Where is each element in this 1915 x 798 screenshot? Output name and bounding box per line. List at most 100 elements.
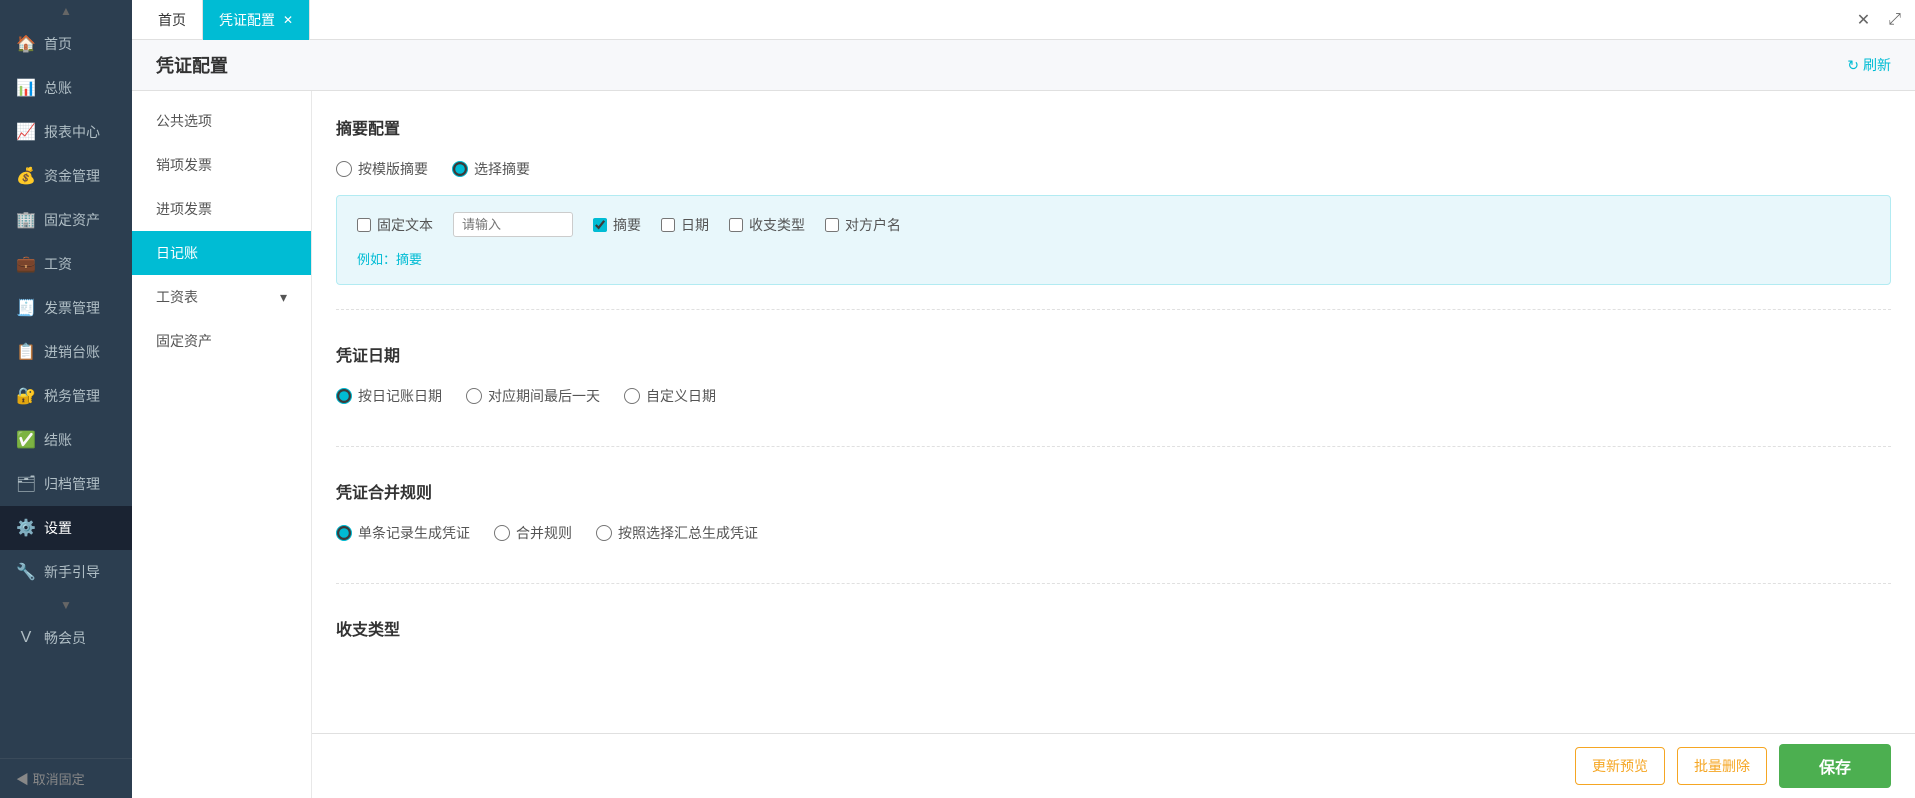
- sidebar-item-vip[interactable]: V 畅会员: [0, 616, 132, 660]
- sidebar-footer-unpin[interactable]: ◀ 取消固定: [0, 758, 132, 798]
- refresh-icon: ↻: [1847, 57, 1859, 74]
- radio-input-select-summary-merge[interactable]: [596, 525, 612, 541]
- income-expense-title: 收支类型: [336, 616, 1891, 640]
- tab-voucher-config[interactable]: 凭证配置 ✕: [203, 0, 310, 40]
- update-preview-button[interactable]: 更新预览: [1575, 747, 1665, 785]
- close-window-button[interactable]: ✕: [1853, 6, 1874, 34]
- sidebar-label-new-guide: 新手引导: [44, 562, 116, 582]
- sidebar-item-archive-management[interactable]: 🗂 归档管理: [0, 462, 132, 506]
- fund-management-icon: 💰: [16, 166, 36, 186]
- fixed-assets-icon: 🏢: [16, 210, 36, 230]
- radio-by-journal-date[interactable]: 按日记账日期: [336, 386, 442, 406]
- radio-label-custom-date: 自定义日期: [646, 386, 716, 406]
- archive-management-icon: 🗂: [16, 474, 36, 494]
- new-guide-icon: 🔧: [16, 562, 36, 582]
- sidebar-label-fixed-assets: 固定资产: [44, 210, 116, 230]
- left-nav: 公共选项 销项发票 进项发票 日记账 工资表 ▾ 固定资产: [132, 91, 312, 798]
- sidebar-item-fund-management[interactable]: 💰 资金管理: [0, 154, 132, 198]
- checkbox-input-counterpart-name[interactable]: [825, 218, 839, 232]
- radio-input-by-journal-date[interactable]: [336, 388, 352, 404]
- left-nav-label-sales-invoice: 销项发票: [156, 155, 212, 175]
- tab-close-icon[interactable]: ✕: [283, 13, 293, 27]
- radio-input-single-record[interactable]: [336, 525, 352, 541]
- radio-label-by-journal-date: 按日记账日期: [358, 386, 442, 406]
- sidebar-item-invoice-management[interactable]: 🧾 发票管理: [0, 286, 132, 330]
- checkbox-label-fixed-text: 固定文本: [377, 215, 433, 235]
- checkbox-summary[interactable]: 摘要: [593, 215, 641, 235]
- batch-delete-button[interactable]: 批量删除: [1677, 747, 1767, 785]
- sidebar-item-general-ledger[interactable]: 📊 总账: [0, 66, 132, 110]
- radio-input-merge-rules[interactable]: [494, 525, 510, 541]
- voucher-date-title: 凭证日期: [336, 342, 1891, 366]
- checkbox-input-date[interactable]: [661, 218, 675, 232]
- radio-template-summary[interactable]: 按模版摘要: [336, 159, 428, 179]
- checkbox-label-counterpart-name: 对方户名: [845, 215, 901, 235]
- radio-input-last-day-of-period[interactable]: [466, 388, 482, 404]
- checkbox-input-fixed-text[interactable]: [357, 218, 371, 232]
- sidebar-label-payroll: 工资: [44, 254, 116, 274]
- radio-merge-rules[interactable]: 合并规则: [494, 523, 572, 543]
- tab-home-label: 首页: [158, 10, 186, 30]
- radio-label-merge-rules: 合并规则: [516, 523, 572, 543]
- bottom-bar: 更新预览 批量删除 保存: [312, 733, 1915, 798]
- expand-window-button[interactable]: ⤢: [1884, 6, 1905, 34]
- radio-select-summary-merge[interactable]: 按照选择汇总生成凭证: [596, 523, 758, 543]
- fixed-text-input[interactable]: [453, 212, 573, 237]
- radio-input-custom-date[interactable]: [624, 388, 640, 404]
- checkbox-input-income-expense-type[interactable]: [729, 218, 743, 232]
- sidebar-item-fixed-assets[interactable]: 🏢 固定资产: [0, 198, 132, 242]
- page-title: 凭证配置: [156, 52, 228, 78]
- sidebar-label-report-center: 报表中心: [44, 122, 116, 142]
- summary-config-section: 摘要配置 按模版摘要 选择摘要: [336, 115, 1891, 310]
- voucher-date-radio-group: 按日记账日期 对应期间最后一天 自定义日期: [336, 386, 1891, 406]
- left-nav-item-sales-invoice[interactable]: 销项发票: [132, 143, 311, 187]
- voucher-merge-rules-section: 凭证合并规则 单条记录生成凭证 合并规则: [336, 479, 1891, 584]
- radio-custom-date[interactable]: 自定义日期: [624, 386, 716, 406]
- radio-last-day-of-period[interactable]: 对应期间最后一天: [466, 386, 600, 406]
- left-nav-item-purchase-invoice[interactable]: 进项发票: [132, 187, 311, 231]
- general-ledger-icon: 📊: [16, 78, 36, 98]
- sidebar-item-home[interactable]: 🏠 首页: [0, 22, 132, 66]
- radio-select-summary[interactable]: 选择摘要: [452, 159, 530, 179]
- sidebar-item-closing[interactable]: ✅ 结账: [0, 418, 132, 462]
- checkbox-label-income-expense-type: 收支类型: [749, 215, 805, 235]
- tab-home[interactable]: 首页: [142, 0, 203, 40]
- sidebar-item-new-guide[interactable]: 🔧 新手引导: [0, 550, 132, 594]
- sidebar-scroll-up[interactable]: ▲: [0, 0, 132, 22]
- radio-input-template-summary[interactable]: [336, 161, 352, 177]
- radio-label-template-summary: 按模版摘要: [358, 159, 428, 179]
- sidebar-item-payroll[interactable]: 💼 工资: [0, 242, 132, 286]
- refresh-button[interactable]: ↻ 刷新: [1847, 55, 1891, 75]
- tax-management-icon: 🔐: [16, 386, 36, 406]
- closing-icon: ✅: [16, 430, 36, 450]
- left-nav-item-public-options[interactable]: 公共选项: [132, 99, 311, 143]
- radio-label-last-day-of-period: 对应期间最后一天: [488, 386, 600, 406]
- sidebar-label-closing: 结账: [44, 430, 116, 450]
- sidebar-item-settings[interactable]: ⚙️ 设置: [0, 506, 132, 550]
- voucher-date-section: 凭证日期 按日记账日期 对应期间最后一天: [336, 342, 1891, 447]
- sidebar-label-fund-management: 资金管理: [44, 166, 116, 186]
- sidebar-label-purchase-sales: 进销台账: [44, 342, 116, 362]
- summary-checkbox-row: 固定文本 摘要 日期: [357, 212, 1870, 237]
- sidebar-item-tax-management[interactable]: 🔐 税务管理: [0, 374, 132, 418]
- left-nav-item-fixed-assets-nav[interactable]: 固定资产: [132, 319, 311, 363]
- checkbox-income-expense-type[interactable]: 收支类型: [729, 215, 805, 235]
- vip-icon: V: [16, 629, 36, 647]
- sidebar-label-settings: 设置: [44, 518, 116, 538]
- sidebar-scroll-down[interactable]: ▼: [0, 594, 132, 616]
- save-button[interactable]: 保存: [1779, 744, 1891, 788]
- checkbox-fixed-text[interactable]: 固定文本: [357, 215, 433, 235]
- checkbox-counterpart-name[interactable]: 对方户名: [825, 215, 901, 235]
- radio-input-select-summary[interactable]: [452, 161, 468, 177]
- checkbox-input-summary[interactable]: [593, 218, 607, 232]
- checkbox-date[interactable]: 日期: [661, 215, 709, 235]
- payroll-icon: 💼: [16, 254, 36, 274]
- radio-single-record[interactable]: 单条记录生成凭证: [336, 523, 470, 543]
- left-nav-item-journal[interactable]: 日记账: [132, 231, 311, 275]
- income-expense-section: 收支类型: [336, 616, 1891, 684]
- sidebar-item-purchase-sales[interactable]: 📋 进销台账: [0, 330, 132, 374]
- sidebar-label-archive-management: 归档管理: [44, 474, 116, 494]
- left-nav-label-fixed-assets-nav: 固定资产: [156, 331, 212, 351]
- left-nav-item-payroll-sheet[interactable]: 工资表 ▾: [132, 275, 311, 319]
- sidebar-item-report-center[interactable]: 📈 报表中心: [0, 110, 132, 154]
